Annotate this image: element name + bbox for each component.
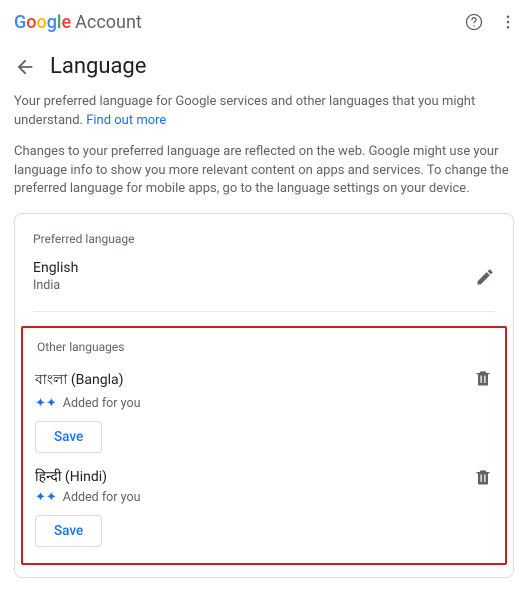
more-vert-icon[interactable]: [496, 10, 520, 34]
intro-text-1: Your preferred language for Google servi…: [14, 94, 475, 128]
brand: Google Account: [14, 12, 142, 33]
edit-icon[interactable]: [475, 267, 495, 287]
other-language-name: हिन्दी (Hindi): [35, 467, 140, 486]
sparkle-icon: ✦✦: [35, 491, 57, 504]
save-button[interactable]: Save: [35, 515, 102, 547]
google-logo: Google: [14, 12, 71, 33]
added-for-you-label: Added for you: [63, 490, 141, 505]
intro-paragraph-2: Changes to your preferred language are r…: [14, 143, 514, 200]
other-languages-highlight: Other languages বাংলা (Bangla) ✦✦ Added …: [21, 326, 507, 565]
account-title: Account: [75, 12, 142, 33]
other-language-name: বাংলা (Bangla): [35, 368, 140, 392]
intro-paragraph-1: Your preferred language for Google servi…: [14, 93, 514, 131]
preferred-language-name: English: [33, 260, 78, 276]
page-title: Language: [50, 54, 146, 79]
save-button[interactable]: Save: [35, 421, 102, 453]
other-language-item: हिन्दी (Hindi) ✦✦ Added for you Save: [35, 467, 493, 547]
preferred-language-region: India: [33, 278, 78, 293]
find-out-more-link[interactable]: Find out more: [86, 113, 166, 128]
added-for-you-label: Added for you: [63, 396, 141, 411]
other-language-item: বাংলা (Bangla) ✦✦ Added for you Save: [35, 368, 493, 453]
delete-icon[interactable]: [473, 467, 493, 487]
back-arrow-icon[interactable]: [14, 56, 36, 78]
delete-icon[interactable]: [473, 368, 493, 388]
other-languages-label: Other languages: [37, 340, 493, 354]
sparkle-icon: ✦✦: [35, 397, 57, 410]
language-card: Preferred language English India Other l…: [14, 213, 514, 578]
help-icon[interactable]: [462, 10, 486, 34]
preferred-language-label: Preferred language: [33, 232, 495, 246]
divider: [33, 311, 495, 312]
